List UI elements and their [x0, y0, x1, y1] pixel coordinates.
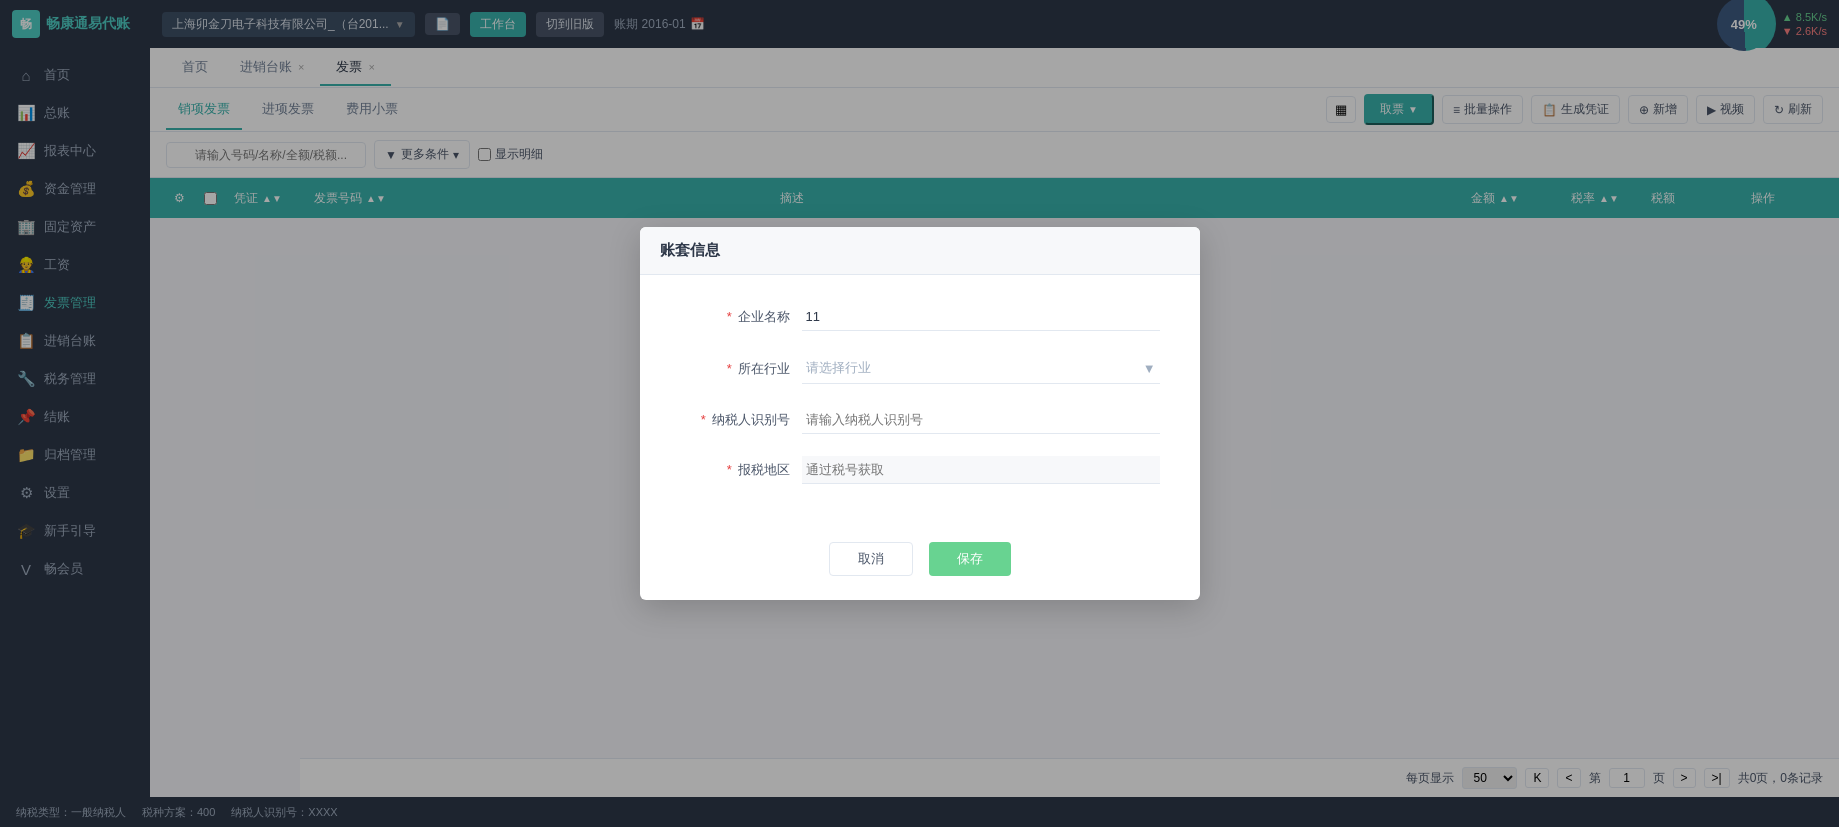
modal-title: 账套信息	[660, 241, 720, 258]
industry-required: *	[727, 361, 732, 376]
industry-arrow: ▼	[1143, 361, 1156, 376]
company-name-input[interactable]	[802, 303, 1160, 331]
modal-footer: 取消 保存	[640, 526, 1200, 600]
tax-id-required: *	[701, 412, 706, 427]
tax-area-required: *	[727, 462, 732, 477]
company-name-required: *	[727, 309, 732, 324]
modal-body: * 企业名称 * 所在行业 请选择行业 ▼ * 纳	[640, 275, 1200, 526]
tax-area-row: * 报税地区	[680, 456, 1160, 484]
company-name-label: * 企业名称	[680, 308, 790, 326]
tax-id-label: * 纳税人识别号	[680, 411, 790, 429]
company-name-row: * 企业名称	[680, 303, 1160, 331]
industry-label: * 所在行业	[680, 360, 790, 378]
industry-placeholder: 请选择行业	[806, 359, 871, 377]
tax-area-input	[802, 456, 1160, 484]
modal-header: 账套信息	[640, 227, 1200, 275]
industry-row: * 所在行业 请选择行业 ▼	[680, 353, 1160, 384]
tax-id-input[interactable]	[802, 406, 1160, 434]
account-info-modal: 账套信息 * 企业名称 * 所在行业 请选择行业 ▼	[640, 227, 1200, 600]
tax-id-row: * 纳税人识别号	[680, 406, 1160, 434]
save-button[interactable]: 保存	[929, 542, 1011, 576]
modal-overlay: 账套信息 * 企业名称 * 所在行业 请选择行业 ▼	[0, 0, 1839, 827]
cancel-button[interactable]: 取消	[829, 542, 913, 576]
industry-select[interactable]: 请选择行业 ▼	[802, 353, 1160, 384]
tax-area-label: * 报税地区	[680, 461, 790, 479]
